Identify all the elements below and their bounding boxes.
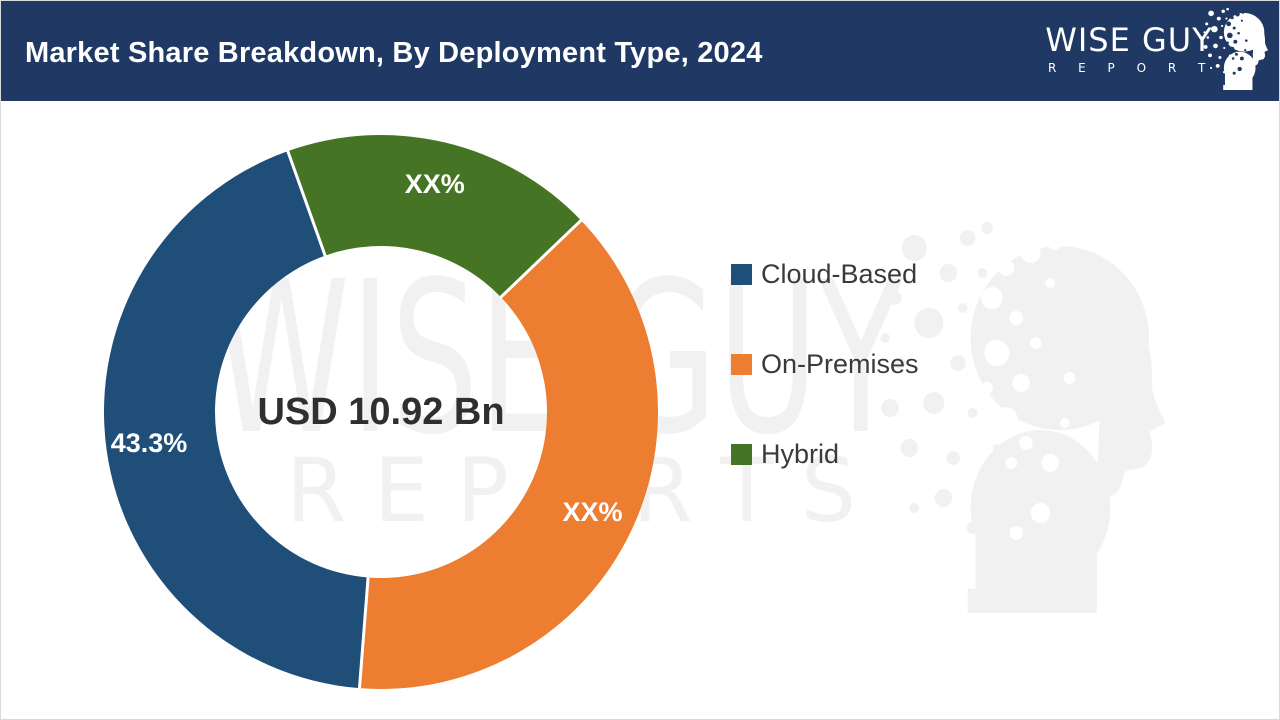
page-title: Market Share Breakdown, By Deployment Ty…: [25, 37, 763, 69]
legend-label-on-premises: On-Premises: [761, 348, 919, 379]
header-bar: Market Share Breakdown, By Deployment Ty…: [1, 1, 1279, 101]
legend-item-hybrid: Hybrid: [731, 439, 839, 469]
legend-item-on-premises: On-Premises: [731, 349, 919, 379]
legend-swatch-cloud-based: [731, 263, 752, 285]
slice-label-hybrid: XX%: [405, 169, 465, 199]
legend-item-cloud-based: Cloud-Based: [731, 259, 917, 289]
legend-swatch-hybrid: [731, 443, 752, 465]
chart-figure: Market Share Breakdown, By Deployment Ty…: [0, 0, 1280, 720]
brand-logo: WISE GUY R E P O R T S: [1039, 21, 1244, 76]
brand-logo-line1: WISE GUY: [1045, 21, 1213, 59]
donut-center-value: USD 10.92 Bn: [257, 391, 505, 433]
brand-logo-line2: R E P O R T S: [1048, 61, 1244, 75]
chart-area: WISE GUY R E P O R T S XX%XX%43.3% USD 1…: [1, 101, 1279, 719]
slice-label-on-premises: XX%: [563, 497, 623, 527]
slice-label-cloud-based: 43.3%: [111, 428, 188, 458]
legend-swatch-on-premises: [731, 353, 752, 375]
legend-label-hybrid: Hybrid: [761, 438, 840, 469]
legend-label-cloud-based: Cloud-Based: [761, 258, 918, 289]
